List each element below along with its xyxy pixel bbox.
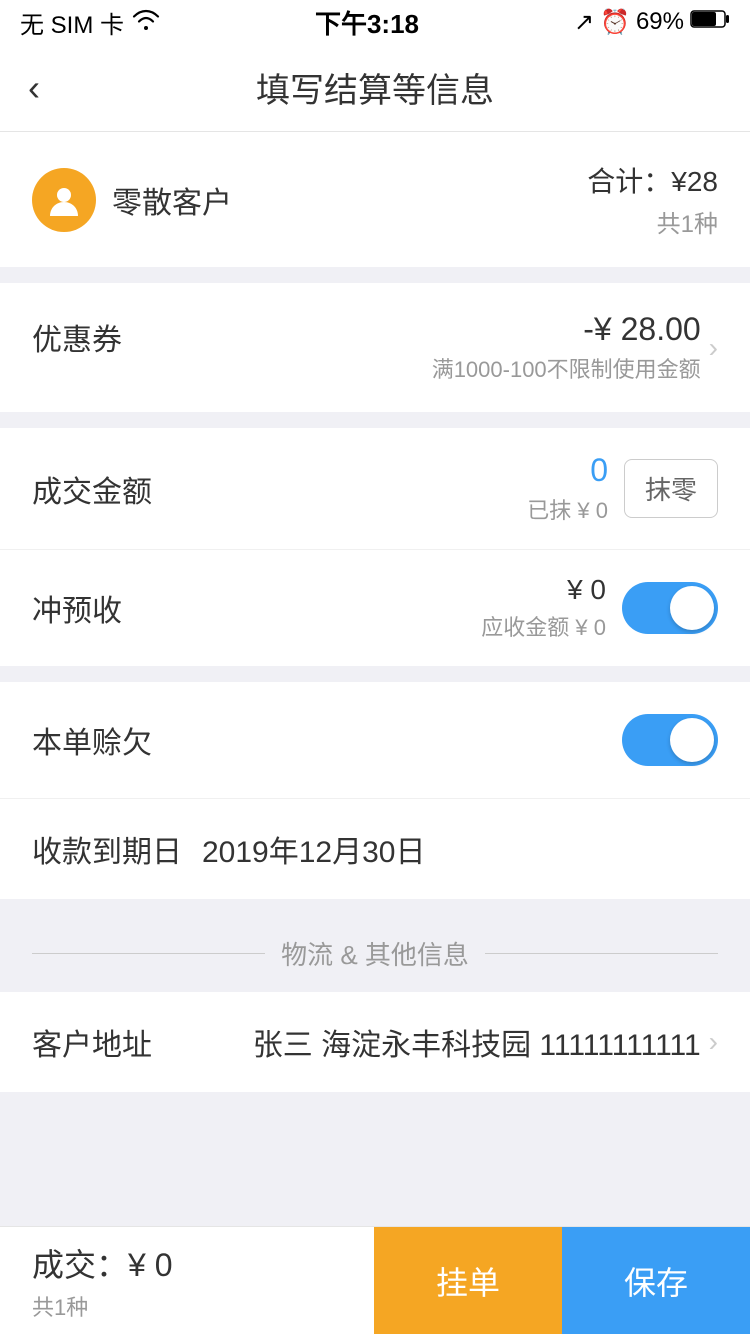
chevron-right-icon: › — [709, 332, 718, 364]
status-time: 下午3:18 — [315, 4, 419, 41]
divider-right — [485, 953, 718, 954]
divider-left — [32, 953, 265, 954]
customer-total: 合计：¥28 — [587, 160, 718, 200]
no-sim-label: 无 SIM 卡 — [20, 5, 124, 40]
duedate-label: 收款到期日 — [32, 827, 182, 871]
credit-toggle[interactable] — [622, 714, 718, 766]
amount-label: 成交金额 — [32, 467, 152, 511]
battery-label: 69% — [636, 8, 684, 36]
page-title: 填写结算等信息 — [256, 63, 494, 112]
status-bar: 无 SIM 卡 下午3:18 ↗ ⏰ 69% — [0, 0, 750, 44]
bottom-bar: 成交：¥ 0 共1种 挂单 保存 — [0, 1226, 750, 1334]
credit-label: 本单赊欠 — [32, 718, 152, 762]
wifi-icon — [132, 8, 160, 37]
bottom-deal-row: 成交：¥ 0 — [32, 1240, 342, 1286]
bottom-deal-amount: ¥ 0 — [128, 1247, 172, 1283]
avatar — [32, 168, 96, 232]
address-chevron-icon: › — [709, 1026, 718, 1058]
status-left: 无 SIM 卡 — [20, 5, 160, 40]
battery-icon — [690, 8, 730, 36]
bottom-count: 共1种 — [32, 1290, 342, 1322]
back-button[interactable]: ‹ — [28, 67, 40, 109]
hold-button[interactable]: 挂单 — [374, 1227, 562, 1334]
customer-section: 零散客户 合计：¥28 共1种 — [0, 132, 750, 267]
prepay-note: 应收金额 ¥ 0 — [481, 610, 606, 642]
save-button[interactable]: 保存 — [562, 1227, 750, 1334]
location-icon: ↗ — [574, 8, 594, 37]
amount-row: 成交金额 0 已抹 ¥ 0 抹零 — [0, 428, 750, 549]
coupon-row[interactable]: 优惠券 -¥ 28.00 满1000-100不限制使用金额 › — [0, 283, 750, 412]
transaction-section: 成交金额 0 已抹 ¥ 0 抹零 冲预收 ¥ 0 应收金额 ¥ 0 — [0, 428, 750, 666]
coupon-section[interactable]: 优惠券 -¥ 28.00 满1000-100不限制使用金额 › — [0, 283, 750, 412]
prepay-label: 冲预收 — [32, 586, 122, 630]
customer-row: 零散客户 合计：¥28 共1种 — [0, 132, 750, 267]
duedate-row: 收款到期日 2019年12月30日 — [0, 798, 750, 899]
amount-number: 0 — [527, 452, 608, 489]
coupon-right: -¥ 28.00 满1000-100不限制使用金额 › — [432, 311, 718, 384]
coupon-amount: -¥ 28.00 — [432, 311, 701, 348]
prepayment-toggle[interactable] — [622, 582, 718, 634]
nav-bar: ‹ 填写结算等信息 — [0, 44, 750, 132]
coupon-description: 满1000-100不限制使用金额 — [432, 352, 701, 384]
status-right: ↗ ⏰ 69% — [574, 8, 730, 37]
logistics-title: 物流 & 其他信息 — [281, 935, 469, 972]
prepay-amount: ¥ 0 — [481, 574, 606, 606]
credit-row: 本单赊欠 — [0, 682, 750, 798]
address-section[interactable]: 客户地址 张三 海淀永丰科技园 11111111111 › — [0, 992, 750, 1092]
coupon-value-block: -¥ 28.00 满1000-100不限制使用金额 — [432, 311, 701, 384]
address-label: 客户地址 — [32, 1020, 152, 1064]
prepay-row: 冲预收 ¥ 0 应收金额 ¥ 0 — [0, 549, 750, 666]
coupon-label: 优惠券 — [32, 311, 122, 359]
address-value: 张三 海淀永丰科技园 11111111111 — [253, 1020, 701, 1064]
bottom-deal-label: 成交： — [32, 1247, 128, 1283]
prepay-amount-block: ¥ 0 应收金额 ¥ 0 — [481, 574, 606, 642]
customer-count: 共1种 — [587, 204, 718, 239]
amount-right: 0 已抹 ¥ 0 抹零 — [527, 452, 718, 525]
prepay-right: ¥ 0 应收金额 ¥ 0 — [481, 574, 718, 642]
customer-summary: 合计：¥28 共1种 — [587, 160, 718, 239]
amount-note: 已抹 ¥ 0 — [527, 493, 608, 525]
customer-name: 零散客户 — [112, 178, 232, 222]
address-right: 张三 海淀永丰科技园 11111111111 › — [253, 1020, 718, 1064]
amount-value-block: 0 已抹 ¥ 0 — [527, 452, 608, 525]
alarm-icon: ⏰ — [600, 8, 630, 37]
duedate-value: 2019年12月30日 — [202, 827, 425, 871]
credit-section: 本单赊欠 收款到期日 2019年12月30日 — [0, 682, 750, 899]
round-button[interactable]: 抹零 — [624, 459, 718, 518]
logistics-divider: 物流 & 其他信息 — [32, 935, 718, 972]
bottom-summary: 成交：¥ 0 共1种 — [0, 1240, 374, 1322]
logistics-header: 物流 & 其他信息 — [0, 915, 750, 992]
customer-info: 零散客户 — [32, 168, 232, 232]
